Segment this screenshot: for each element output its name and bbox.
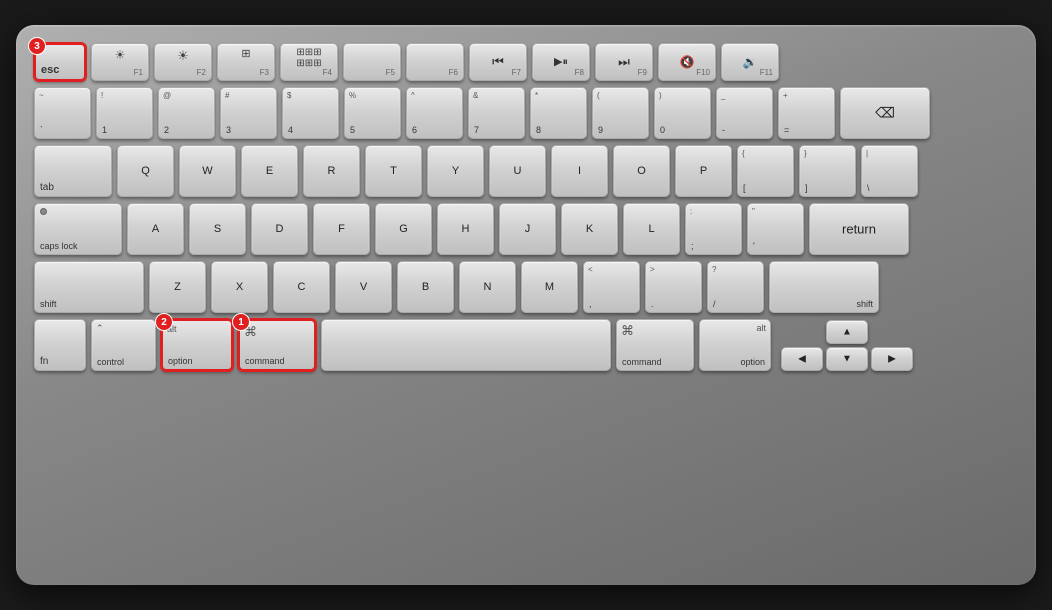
key-i[interactable]: I bbox=[551, 145, 608, 197]
key-f1[interactable]: ☀ F1 bbox=[91, 43, 149, 81]
key-command-right[interactable]: ⌘ command bbox=[616, 319, 694, 371]
key-7[interactable]: & 7 bbox=[468, 87, 525, 139]
key-4[interactable]: $ 4 bbox=[282, 87, 339, 139]
key-e[interactable]: E bbox=[241, 145, 298, 197]
key-backspace[interactable]: ⌫ bbox=[840, 87, 930, 139]
key-option-right[interactable]: alt option bbox=[699, 319, 771, 371]
key-5[interactable]: % 5 bbox=[344, 87, 401, 139]
keyboard: 3 esc ☀ F1 ☀ F2 ⊞ F3 ⊞⊞⊞⊞⊞⊞ F4 F5 F6 ⏮ F… bbox=[16, 25, 1036, 585]
key-option-left[interactable]: 2 alt option bbox=[161, 319, 233, 371]
key-m[interactable]: M bbox=[521, 261, 578, 313]
key-p[interactable]: P bbox=[675, 145, 732, 197]
key-minus[interactable]: _ - bbox=[716, 87, 773, 139]
key-period[interactable]: > . bbox=[645, 261, 702, 313]
bottom-row: fn ⌃ control 2 alt option 1 ⌘ command ⌘ … bbox=[34, 319, 1018, 371]
key-quote[interactable]: " ' bbox=[747, 203, 804, 255]
key-9[interactable]: ( 9 bbox=[592, 87, 649, 139]
key-arrow-right[interactable]: ▶ bbox=[871, 347, 913, 371]
key-t[interactable]: T bbox=[365, 145, 422, 197]
key-g[interactable]: G bbox=[375, 203, 432, 255]
key-tab[interactable]: tab bbox=[34, 145, 112, 197]
key-f6[interactable]: F6 bbox=[406, 43, 464, 81]
key-v[interactable]: V bbox=[335, 261, 392, 313]
zxcv-row: shift Z X C V B N M < , > . ? / shift bbox=[34, 261, 1018, 313]
key-z[interactable]: Z bbox=[149, 261, 206, 313]
key-a[interactable]: A bbox=[127, 203, 184, 255]
key-f2[interactable]: ☀ F2 bbox=[154, 43, 212, 81]
key-l[interactable]: L bbox=[623, 203, 680, 255]
key-h[interactable]: H bbox=[437, 203, 494, 255]
key-arrow-up[interactable]: ▲ bbox=[826, 320, 868, 344]
key-w[interactable]: W bbox=[179, 145, 236, 197]
caps-indicator bbox=[40, 208, 47, 215]
key-bracket-right[interactable]: } ] bbox=[799, 145, 856, 197]
key-r[interactable]: R bbox=[303, 145, 360, 197]
key-arrow-down[interactable]: ▼ bbox=[826, 347, 868, 371]
key-f5[interactable]: F5 bbox=[343, 43, 401, 81]
key-b[interactable]: B bbox=[397, 261, 454, 313]
key-control[interactable]: ⌃ control bbox=[91, 319, 156, 371]
key-f11[interactable]: 🔉 F11 bbox=[721, 43, 779, 81]
key-comma[interactable]: < , bbox=[583, 261, 640, 313]
key-y[interactable]: Y bbox=[427, 145, 484, 197]
qwerty-row: tab Q W E R T Y U I O P { [ } ] | \ bbox=[34, 145, 1018, 197]
badge-3: 3 bbox=[28, 37, 46, 55]
key-f7[interactable]: ⏮ F7 bbox=[469, 43, 527, 81]
key-command-left[interactable]: 1 ⌘ command bbox=[238, 319, 316, 371]
key-k[interactable]: K bbox=[561, 203, 618, 255]
key-return[interactable]: return bbox=[809, 203, 909, 255]
key-d[interactable]: D bbox=[251, 203, 308, 255]
key-f[interactable]: F bbox=[313, 203, 370, 255]
key-x[interactable]: X bbox=[211, 261, 268, 313]
asdf-row: caps lock A S D F G H J K L : ; " ' retu… bbox=[34, 203, 1018, 255]
key-backtick[interactable]: ~ ` bbox=[34, 87, 91, 139]
key-equals[interactable]: + = bbox=[778, 87, 835, 139]
key-shift-right[interactable]: shift bbox=[769, 261, 879, 313]
key-slash[interactable]: ? / bbox=[707, 261, 764, 313]
key-fn[interactable]: fn bbox=[34, 319, 86, 371]
key-f9[interactable]: ⏭ F9 bbox=[595, 43, 653, 81]
key-f4[interactable]: ⊞⊞⊞⊞⊞⊞ F4 bbox=[280, 43, 338, 81]
key-s[interactable]: S bbox=[189, 203, 246, 255]
arrow-key-group: ▲ ◀ ▼ ▶ bbox=[781, 320, 913, 371]
key-0[interactable]: ) 0 bbox=[654, 87, 711, 139]
key-space[interactable] bbox=[321, 319, 611, 371]
key-3[interactable]: # 3 bbox=[220, 87, 277, 139]
key-j[interactable]: J bbox=[499, 203, 556, 255]
key-f3[interactable]: ⊞ F3 bbox=[217, 43, 275, 81]
key-semicolon[interactable]: : ; bbox=[685, 203, 742, 255]
key-f10[interactable]: 🔇 F10 bbox=[658, 43, 716, 81]
number-row: ~ ` ! 1 @ 2 # 3 $ 4 % 5 ^ 6 & 7 bbox=[34, 87, 1018, 139]
key-shift-left[interactable]: shift bbox=[34, 261, 144, 313]
key-backslash[interactable]: | \ bbox=[861, 145, 918, 197]
key-u[interactable]: U bbox=[489, 145, 546, 197]
key-n[interactable]: N bbox=[459, 261, 516, 313]
key-1[interactable]: ! 1 bbox=[96, 87, 153, 139]
key-bracket-left[interactable]: { [ bbox=[737, 145, 794, 197]
badge-2: 2 bbox=[155, 313, 173, 331]
key-8[interactable]: * 8 bbox=[530, 87, 587, 139]
key-o[interactable]: O bbox=[613, 145, 670, 197]
key-capslock[interactable]: caps lock bbox=[34, 203, 122, 255]
key-6[interactable]: ^ 6 bbox=[406, 87, 463, 139]
key-esc[interactable]: 3 esc bbox=[34, 43, 86, 81]
key-2[interactable]: @ 2 bbox=[158, 87, 215, 139]
key-q[interactable]: Q bbox=[117, 145, 174, 197]
fn-row: 3 esc ☀ F1 ☀ F2 ⊞ F3 ⊞⊞⊞⊞⊞⊞ F4 F5 F6 ⏮ F… bbox=[34, 43, 1018, 81]
key-arrow-left[interactable]: ◀ bbox=[781, 347, 823, 371]
esc-label: esc bbox=[41, 64, 59, 76]
key-c[interactable]: C bbox=[273, 261, 330, 313]
badge-1: 1 bbox=[232, 313, 250, 331]
key-f8[interactable]: ▶⏸ F8 bbox=[532, 43, 590, 81]
